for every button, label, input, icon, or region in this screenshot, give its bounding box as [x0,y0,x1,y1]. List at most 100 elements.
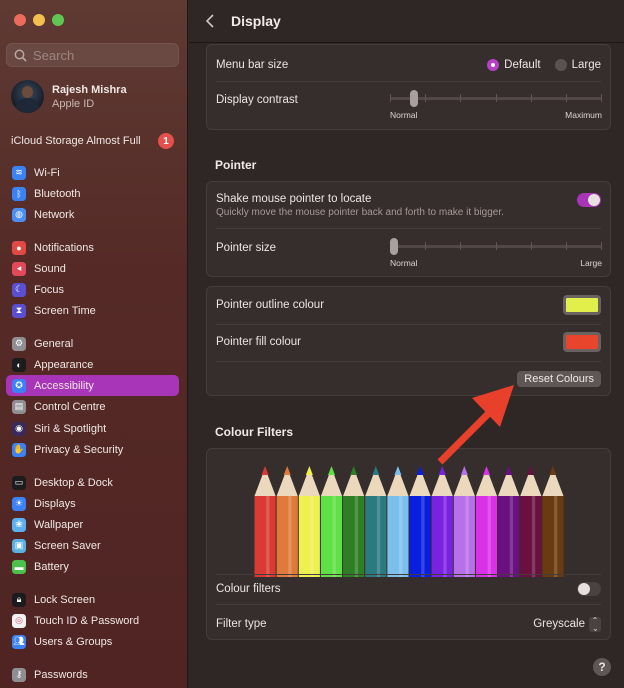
sidebar-item-touch-id-password[interactable]: ◎ Touch ID & Password [6,610,179,631]
pencil [387,466,409,577]
sidebar-item-label: Bluetooth [34,187,81,200]
shake-pointer-label: Shake mouse pointer to locate [216,192,372,205]
minimize-window-button[interactable] [33,14,45,26]
pencil [343,466,365,577]
sidebar-item-wallpaper[interactable]: ❀ Wallpaper [6,514,179,535]
sidebar-item-label: Network [34,208,75,221]
pointer-heading: Pointer [215,158,257,172]
sidebar-item-wi-fi[interactable]: ≋ Wi-Fi [6,162,179,183]
sidebar-item-label: Privacy & Security [34,443,124,456]
close-window-button[interactable] [14,14,26,26]
profile-name: Rajesh Mishra [52,83,127,96]
sidebar-item-label: Appearance [34,358,94,371]
divider [216,324,601,325]
slider-knob[interactable] [390,238,398,255]
sidebar-item-notifications[interactable]: ● Notifications [6,237,179,258]
slider-tick [495,94,497,102]
sidebar-item-accessibility[interactable]: ✪ Accessibility [6,375,179,396]
sidebar-item-label: Screen Saver [34,539,101,552]
pencil [254,466,276,577]
sidebar-item-sound[interactable]: ◂ Sound [6,258,179,279]
slider-tick [565,242,567,250]
key-icon: ⚷ [12,667,26,682]
slider-max-label: Large [580,258,602,268]
radio-large[interactable]: Large [554,59,601,71]
reset-colours-button[interactable]: Reset Colours [517,371,601,387]
slider-tick [390,94,391,102]
help-button[interactable]: ? [593,658,611,676]
pointer-settings-card: Shake mouse pointer to locate Quickly mo… [206,181,611,277]
pointer-fill-colour-well[interactable] [563,332,601,352]
hourglass-icon: ⧗ [12,303,26,318]
display-contrast-slider[interactable]: Normal Maximum [390,90,602,121]
screensaver-icon: ▣ [12,538,26,553]
users-icon: 👥︎ [12,634,26,649]
slider-tick [530,94,532,102]
sidebar-item-privacy-security[interactable]: ✋ Privacy & Security [6,439,179,460]
icloud-storage-label: iCloud Storage Almost Full [11,135,141,147]
sidebar-item-battery[interactable]: ▬ Battery [6,556,179,577]
back-button[interactable] [205,14,219,28]
bell-icon: ● [12,240,26,255]
search-icon [14,49,27,62]
sidebar-item-passwords[interactable]: ⚷ Passwords [6,664,179,685]
divider [216,574,601,575]
sidebar-item-appearance[interactable]: ◐ Appearance [6,354,179,375]
sidebar-item-siri-spotlight[interactable]: ◉ Siri & Spotlight [6,418,179,439]
colour-filters-toggle[interactable] [577,582,601,596]
sidebar-item-desktop-dock[interactable]: ▭ Desktop & Dock [6,472,179,493]
hand-icon: ✋ [12,442,26,457]
pencil [409,466,431,577]
slider-tick [460,242,462,250]
sidebar-item-general[interactable]: ⚙ General [6,333,179,354]
sidebar-item-screen-time[interactable]: ⧗ Screen Time [6,300,179,321]
sidebar-item-displays[interactable]: ☀ Displays [6,493,179,514]
accessibility-icon: ✪ [12,378,26,393]
pencil [320,466,343,577]
filter-type-row: Filter type Greyscale ⌃ ⌃ [216,615,601,633]
wallpaper-icon: ❀ [12,517,26,532]
sidebar: Search Rajesh Mishra Apple ID iCloud Sto… [0,0,188,688]
sidebar-item-label: Desktop & Dock [34,476,113,489]
battery-icon: ▬ [12,559,26,574]
sidebar-item-bluetooth[interactable]: ᛒ Bluetooth [6,183,179,204]
profile-subtitle: Apple ID [52,97,95,110]
sun-icon: ☀ [12,496,26,511]
main-pane: Display Menu bar size Default Large Disp… [189,0,624,688]
reset-row: Reset Colours [216,370,601,388]
sidebar-item-label: Sound [34,262,66,275]
sidebar-item-users-groups[interactable]: 👥︎ Users & Groups [6,631,179,652]
shake-pointer-toggle[interactable] [577,193,601,207]
slider-knob[interactable] [410,90,419,107]
pointer-fill-label: Pointer fill colour [216,336,302,348]
apple-id-profile[interactable]: Rajesh Mishra Apple ID [11,80,127,113]
radio-default[interactable]: Default [487,59,541,71]
sidebar-item-control-centre[interactable]: ▤ Control Centre [6,396,179,417]
sidebar-item-network[interactable]: ◍ Network [6,204,179,225]
sidebar-item-label: Control Centre [34,400,106,413]
updown-chevron-icon: ⌃ ⌃ [589,616,601,632]
sidebar-item-focus[interactable]: ☾ Focus [6,279,179,300]
pencil [498,466,520,577]
sidebar-item-screen-saver[interactable]: ▣ Screen Saver [6,535,179,556]
pencil [431,466,453,577]
divider [216,228,601,229]
slider-tick [495,242,497,250]
filter-type-select[interactable]: Greyscale ⌃ ⌃ [533,616,601,632]
siri-icon: ◉ [12,421,26,436]
pointer-size-slider[interactable]: Normal Large [390,238,602,269]
menu-bar-size-label: Menu bar size [216,59,289,71]
dock-icon: ▭ [12,475,26,490]
pointer-outline-colour-well[interactable] [563,295,601,315]
radio-default-label: Default [504,59,541,71]
notification-badge: 1 [158,133,174,149]
divider [216,81,601,82]
sidebar-item-label: Touch ID & Password [34,614,140,627]
zoom-window-button[interactable] [52,14,64,26]
pencil [520,466,542,577]
sidebar-item-lock-screen[interactable]: 🔒︎ Lock Screen [6,589,179,610]
icloud-storage-alert[interactable]: iCloud Storage Almost Full 1 [11,133,174,149]
menu-bar-size-row: Menu bar size Default Large [216,56,601,74]
page-title: Display [231,13,281,29]
search-input[interactable]: Search [6,43,179,67]
